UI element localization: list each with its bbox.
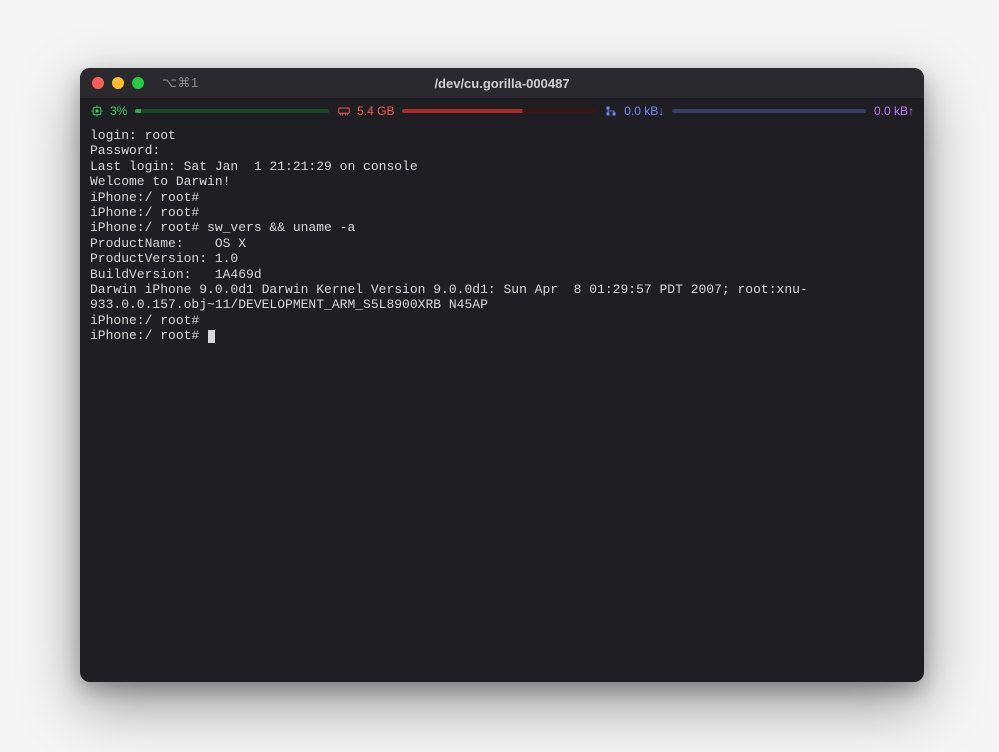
zoom-button[interactable] (132, 77, 144, 89)
net-up-value: 0.0 kB↑ (874, 104, 914, 118)
memory-icon (337, 104, 351, 118)
memory-stat: 5.4 GB (337, 104, 394, 118)
net-down-bar (672, 109, 866, 113)
terminal-line: Welcome to Darwin! (90, 174, 230, 189)
window-controls (92, 77, 144, 89)
net-down-value: 0.0 kB↓ (624, 104, 664, 118)
terminal-output[interactable]: login: root Password: Last login: Sat Ja… (80, 124, 924, 682)
terminal-line: iPhone:/ root# sw_vers && uname -a (90, 220, 355, 235)
terminal-cursor (208, 330, 215, 343)
terminal-line: iPhone:/ root# (90, 205, 199, 220)
cpu-value: 3% (110, 104, 127, 118)
net-down-stat: 0.0 kB↓ (604, 104, 664, 118)
status-bar: 3% 5.4 GB 0.0 kB↓ 0.0 kB↑ (80, 98, 924, 124)
terminal-line: Last login: Sat Jan 1 21:21:29 on consol… (90, 159, 418, 174)
minimize-button[interactable] (112, 77, 124, 89)
cpu-bar (135, 109, 329, 113)
titlebar[interactable]: ⌥⌘1 /dev/cu.gorilla-000487 (80, 68, 924, 98)
terminal-line: iPhone:/ root# (90, 328, 207, 343)
memory-bar (402, 109, 596, 113)
close-button[interactable] (92, 77, 104, 89)
terminal-line: iPhone:/ root# (90, 313, 199, 328)
terminal-line: Darwin iPhone 9.0.0d1 Darwin Kernel Vers… (90, 282, 808, 312)
terminal-window: ⌥⌘1 /dev/cu.gorilla-000487 3% 5.4 GB 0.0… (80, 68, 924, 682)
terminal-line: login: root (90, 128, 176, 143)
cpu-icon (90, 104, 104, 118)
terminal-line: ProductName: OS X (90, 236, 246, 251)
net-up-stat: 0.0 kB↑ (874, 104, 914, 118)
window-title: /dev/cu.gorilla-000487 (80, 76, 924, 91)
cpu-stat: 3% (90, 104, 127, 118)
terminal-line: iPhone:/ root# (90, 190, 199, 205)
terminal-line: BuildVersion: 1A469d (90, 267, 262, 282)
network-icon (604, 104, 618, 118)
memory-value: 5.4 GB (357, 104, 394, 118)
terminal-line: ProductVersion: 1.0 (90, 251, 238, 266)
tab-shortcut-label: ⌥⌘1 (162, 75, 199, 91)
terminal-line: Password: (90, 143, 160, 158)
